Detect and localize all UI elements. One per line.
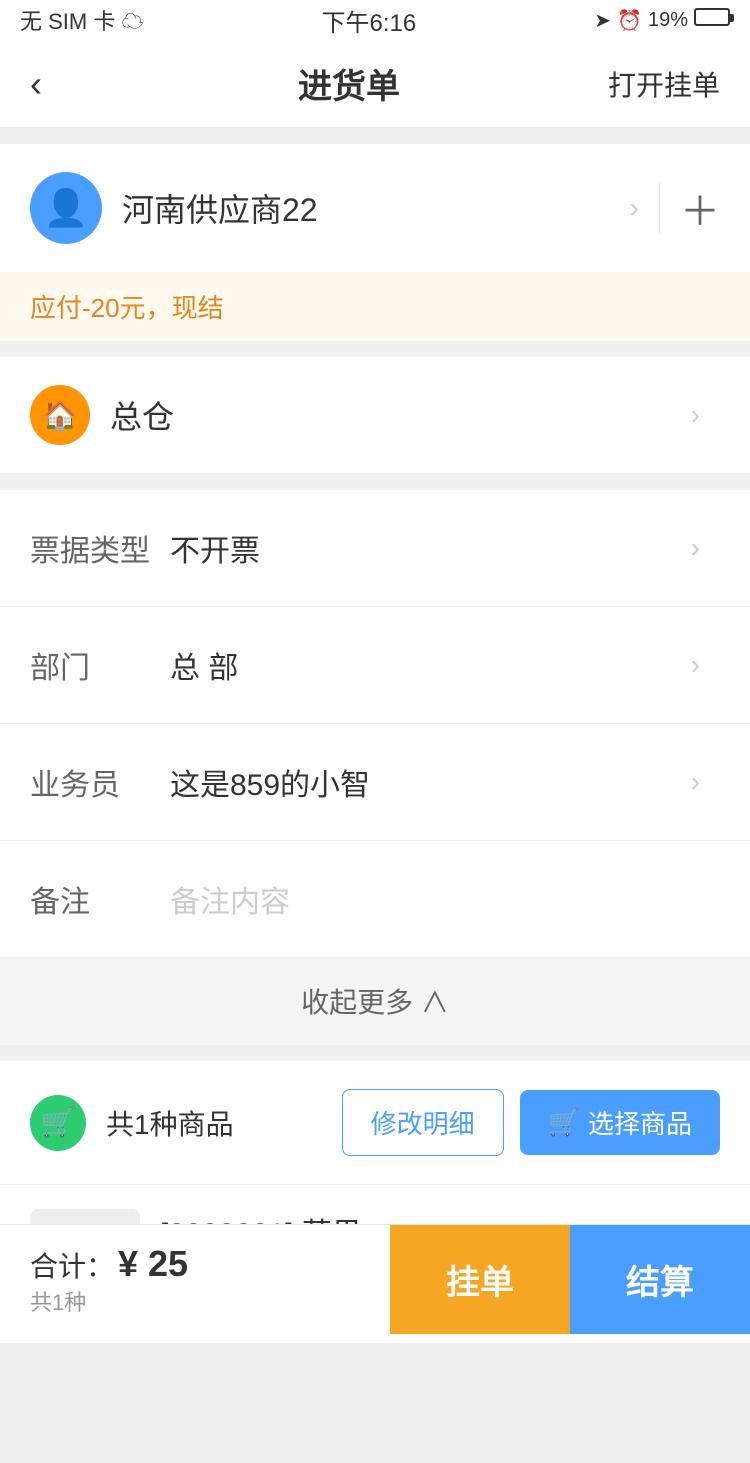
warehouse-icon: 🏠 [43, 399, 78, 432]
status-time: 下午6:16 [322, 3, 417, 38]
salesperson-chevron-icon: › [691, 766, 700, 798]
page-title: 进货单 [298, 59, 400, 108]
invoice-row[interactable]: 票据类型 不开票 › [0, 489, 750, 606]
separator-1 [0, 128, 750, 144]
warehouse-chevron-icon: › [691, 399, 700, 431]
select-product-button[interactable]: 🛒 选择商品 [520, 1090, 720, 1155]
bottom-spacer [0, 1343, 750, 1463]
total-amount: ¥ 25 [118, 1243, 188, 1285]
salesperson-value: 这是859的小智 [170, 760, 691, 804]
department-chevron-icon: › [691, 649, 700, 681]
select-product-cart-icon: 🛒 [548, 1107, 580, 1138]
alarm-icon: ⏰ [617, 8, 642, 33]
back-button[interactable]: ‹ [30, 63, 90, 105]
open-pending-button[interactable]: 打开挂单 [608, 64, 720, 104]
department-row[interactable]: 部门 总 部 › [0, 606, 750, 723]
avatar-icon: 👤 [44, 187, 89, 229]
invoice-value: 不开票 [170, 526, 691, 570]
warehouse-icon-wrap: 🏠 [30, 385, 90, 445]
product-header: 🛒 共1种商品 修改明细 🛒 选择商品 [0, 1061, 750, 1184]
separator-3 [0, 473, 750, 489]
supplier-row[interactable]: 👤 河南供应商22 › ＋ [0, 144, 750, 272]
note-row[interactable]: 备注 备注内容 [0, 840, 750, 957]
note-label: 备注 [30, 877, 170, 921]
checkout-button[interactable]: 结算 [570, 1225, 750, 1334]
total-section: 合计： ¥ 25 共1种 [0, 1225, 390, 1334]
status-bar: 无 SIM 卡 ☁ 下午6:16 ➤ ⏰ 19% [0, 0, 750, 40]
salesperson-label: 业务员 [30, 760, 170, 804]
product-count-icon-wrap: 🛒 [30, 1095, 86, 1151]
supplier-section: 👤 河南供应商22 › ＋ 应付-20元，现结 [0, 144, 750, 341]
status-right: ➤ ⏰ 19% [594, 8, 730, 33]
invoice-chevron-icon: › [691, 532, 700, 564]
hang-order-button[interactable]: 挂单 [390, 1225, 570, 1334]
divider [659, 183, 660, 233]
warehouse-section: 🏠 总仓 › [0, 357, 750, 473]
supplier-name: 河南供应商22 [122, 185, 630, 231]
warehouse-row[interactable]: 🏠 总仓 › [0, 357, 750, 473]
product-count-label: 共1种商品 [106, 1103, 342, 1143]
collapse-bar[interactable]: 收起更多 ∧ [0, 957, 750, 1045]
separator-4 [0, 1045, 750, 1061]
total-count: 共1种 [30, 1285, 390, 1317]
bottom-bar: 合计： ¥ 25 共1种 挂单 结算 [0, 1224, 750, 1334]
note-input[interactable]: 备注内容 [170, 877, 720, 921]
invoice-label: 票据类型 [30, 526, 170, 570]
warehouse-name: 总仓 [110, 392, 691, 438]
separator-2 [0, 341, 750, 357]
total-row: 合计： ¥ 25 [30, 1243, 390, 1285]
sim-label: 无 SIM 卡 ☁ [20, 4, 143, 36]
cart-icon: 🛒 [41, 1106, 76, 1139]
edit-detail-button[interactable]: 修改明细 [342, 1089, 504, 1156]
salesperson-row[interactable]: 业务员 这是859的小智 › [0, 723, 750, 840]
add-button[interactable]: ＋ [680, 179, 720, 237]
status-left: 无 SIM 卡 ☁ [20, 4, 143, 36]
battery-icon [694, 8, 730, 32]
total-label: 合计： [30, 1245, 114, 1285]
warning-bar: 应付-20元，现结 [0, 272, 750, 341]
battery-percent: 19% [648, 9, 688, 32]
nav-bar: ‹ 进货单 打开挂单 [0, 40, 750, 128]
chevron-right-icon: › [630, 192, 639, 224]
department-value: 总 部 [170, 643, 691, 687]
location-icon: ➤ [594, 8, 611, 33]
form-section: 票据类型 不开票 › 部门 总 部 › 业务员 这是859的小智 › 备注 备注… [0, 489, 750, 957]
supplier-avatar: 👤 [30, 172, 102, 244]
department-label: 部门 [30, 643, 170, 687]
